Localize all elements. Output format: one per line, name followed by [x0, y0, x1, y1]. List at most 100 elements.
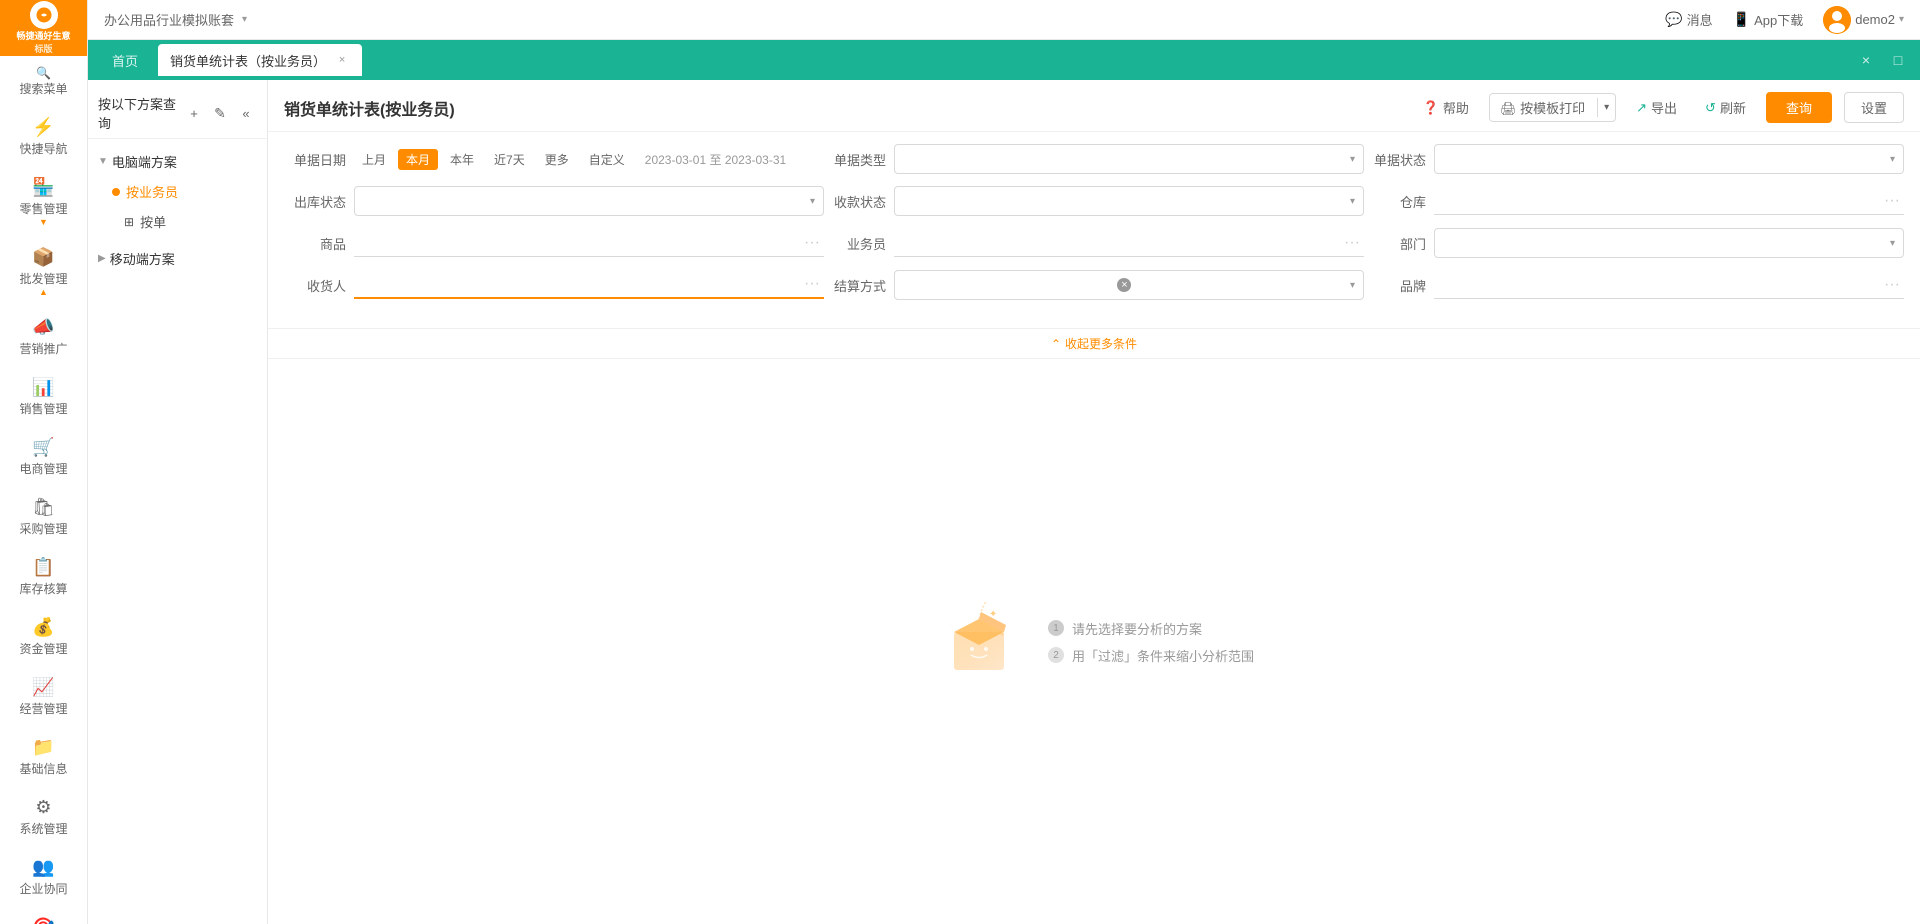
- order-status-label: 单据状态: [1364, 150, 1434, 169]
- scheme-group-desktop-header[interactable]: ▼ 电脑端方案: [88, 147, 267, 176]
- goods-label: 商品: [284, 234, 354, 253]
- sidebar-item-basic-info[interactable]: 📁 基础信息: [0, 727, 87, 787]
- order-icon: ⊞: [124, 215, 134, 229]
- sidebar-item-ecommerce[interactable]: 🛒 电商管理: [0, 427, 87, 487]
- order-status-select[interactable]: ▾: [1434, 144, 1904, 174]
- scheme-item-label: 按单: [140, 212, 166, 231]
- app-dropdown-arrow[interactable]: ▾: [242, 14, 247, 25]
- tab-close-icon[interactable]: ×: [334, 52, 350, 68]
- sidebar-item-system[interactable]: ⚙ 系统管理: [0, 787, 87, 847]
- print-dropdown-arrow[interactable]: ▾: [1597, 98, 1615, 117]
- settings-button[interactable]: 设置: [1844, 92, 1904, 123]
- tab-sales-stats[interactable]: 销货单统计表（按业务员） ×: [158, 44, 362, 76]
- filter-cell-goods: 商品 ···: [284, 229, 824, 257]
- sidebar-item-wholesale[interactable]: 📦 批发管理 ▲: [0, 237, 87, 307]
- quick-nav-icon: ⚡: [32, 117, 54, 138]
- main-area: 办公用品行业模拟账套 ▾ 💬 消息 📱 App下载 demo2 ▾ 首页: [88, 0, 1920, 924]
- goods-dots-icon[interactable]: ···: [804, 234, 820, 252]
- svg-text:·: ·: [949, 623, 951, 629]
- date-tab-custom[interactable]: 自定义: [581, 149, 633, 170]
- sidebar-item-enterprise[interactable]: 👥 企业协同: [0, 847, 87, 907]
- scheme-group-desktop: ▼ 电脑端方案 按业务员 ⊞ 按单: [88, 143, 267, 240]
- sidebar-item-inventory[interactable]: 📋 库存核算: [0, 547, 87, 607]
- refresh-label: 刷新: [1720, 98, 1746, 117]
- sidebar-item-label: 电商管理: [19, 460, 67, 477]
- svg-text:✦: ✦: [989, 609, 997, 620]
- collapse-panel-btn[interactable]: «: [235, 102, 257, 124]
- export-icon: ↗: [1636, 100, 1647, 116]
- help-btn[interactable]: ❓ 帮助: [1415, 94, 1477, 121]
- filter-row-1: 单据日期 上月 本月 本年 近7天 更多 自定义 2023-03-01 至 20…: [284, 144, 1904, 174]
- department-select[interactable]: ▾: [1434, 228, 1904, 258]
- date-tabs: 上月 本月 本年 近7天 更多 自定义 2023-03-01 至 2023-03…: [354, 149, 824, 170]
- export-btn[interactable]: ↗ 导出: [1628, 94, 1685, 121]
- chevron-right-icon: ▼: [98, 156, 108, 167]
- sidebar-item-finance[interactable]: 💰 资金管理: [0, 607, 87, 667]
- edit-scheme-btn[interactable]: ✎: [209, 102, 231, 124]
- date-tab-more[interactable]: 更多: [537, 149, 577, 170]
- receipt-status-label: 收款状态: [824, 192, 894, 211]
- sidebar-item-label: 批发管理: [19, 270, 67, 287]
- right-content: 销货单统计表(按业务员) ❓ 帮助 🖨 按模板打印 ▾ ↗: [268, 80, 1920, 924]
- sidebar-item-sales[interactable]: 📊 销售管理: [0, 367, 87, 427]
- date-tab-last-month[interactable]: 上月: [354, 149, 394, 170]
- goods-field[interactable]: ···: [354, 229, 824, 257]
- out-status-select[interactable]: ▾: [354, 186, 824, 216]
- add-scheme-btn[interactable]: +: [183, 102, 205, 124]
- print-dropdown[interactable]: 🖨 按模板打印 ▾: [1489, 93, 1616, 122]
- receipt-status-select[interactable]: ▾: [894, 186, 1364, 216]
- sidebar: 畅捷通好生意 标版 🔍 搜索菜单 ⚡ 快捷导航 🏪 零售管理 ▼ 📦 批发管理 …: [0, 0, 88, 924]
- warehouse-dots-icon[interactable]: ···: [1884, 192, 1900, 210]
- filter-cell-department: 部门 ▾: [1364, 228, 1904, 258]
- print-btn[interactable]: 🖨 按模板打印: [1490, 94, 1595, 121]
- sidebar-item-quick-nav[interactable]: ⚡ 快捷导航: [0, 107, 87, 167]
- app-download-btn[interactable]: 📱 App下载: [1733, 10, 1804, 29]
- tab-home[interactable]: 首页: [96, 40, 154, 80]
- operations-icon: 📈: [32, 677, 54, 698]
- warehouse-field[interactable]: ···: [1434, 187, 1904, 215]
- scheme-item-salesman[interactable]: 按业务员: [88, 176, 267, 207]
- settle-clear-icon[interactable]: ×: [1117, 278, 1131, 292]
- message-btn[interactable]: 💬 消息: [1665, 10, 1712, 29]
- scheme-item-order[interactable]: ⊞ 按单: [88, 207, 267, 236]
- department-label: 部门: [1364, 234, 1434, 253]
- scheme-group-mobile-header[interactable]: ▶ 移动端方案: [88, 244, 267, 273]
- page-title: 销货单统计表(按业务员): [284, 96, 455, 120]
- filter-cell-settle: 结算方式 × ▾: [824, 270, 1364, 300]
- tab-close-window-btn[interactable]: ×: [1852, 46, 1880, 74]
- brand-field[interactable]: ···: [1434, 271, 1904, 299]
- sales-icon: 📊: [32, 377, 54, 398]
- brand-dots-icon[interactable]: ···: [1884, 276, 1900, 294]
- sidebar-item-operations[interactable]: 📈 经营管理: [0, 667, 87, 727]
- tab-maximize-btn[interactable]: □: [1884, 46, 1912, 74]
- date-tab-this-month[interactable]: 本月: [398, 149, 438, 170]
- receiver-dots-icon[interactable]: ···: [804, 275, 820, 293]
- sidebar-item-retail[interactable]: 🏪 零售管理 ▼: [0, 167, 87, 237]
- sidebar-item-marketing[interactable]: 📣 营销推广: [0, 307, 87, 367]
- order-type-select[interactable]: ▾: [894, 144, 1364, 174]
- retail-icon: 🏪: [32, 177, 54, 198]
- ecommerce-icon: 🛒: [32, 437, 54, 458]
- refresh-btn[interactable]: ↺ 刷新: [1697, 94, 1754, 121]
- sidebar-item-purchase[interactable]: 🛍 采购管理: [0, 487, 87, 547]
- salesman-field[interactable]: ···: [894, 229, 1364, 257]
- settle-select[interactable]: × ▾: [894, 270, 1364, 300]
- sidebar-search[interactable]: 🔍 搜索菜单: [0, 56, 87, 107]
- date-tab-this-year[interactable]: 本年: [442, 149, 482, 170]
- receiver-field[interactable]: ···: [354, 271, 824, 299]
- receipt-status-dropdown-icon: ▾: [1350, 196, 1355, 207]
- page-actions: ❓ 帮助 🖨 按模板打印 ▾ ↗ 导出: [1415, 92, 1904, 123]
- tab-bar: 首页 销货单统计表（按业务员） × × □: [88, 40, 1920, 80]
- brand-label: 品牌: [1364, 276, 1434, 295]
- search-icon: 🔍: [36, 66, 51, 80]
- print-icon: 🖨: [1500, 101, 1517, 116]
- salesman-dots-icon[interactable]: ···: [1344, 234, 1360, 252]
- system-icon: ⚙: [35, 797, 51, 818]
- query-button[interactable]: 查询: [1766, 92, 1832, 123]
- sidebar-item-newbie[interactable]: 🎯 新手引导: [0, 907, 87, 924]
- date-tab-7days[interactable]: 近7天: [486, 149, 533, 170]
- collapse-filter-btn[interactable]: ⌃ 收起更多条件: [268, 328, 1920, 358]
- tab-sales-stats-label: 销货单统计表（按业务员）: [170, 51, 326, 70]
- app-subtitle: 标版: [34, 42, 52, 55]
- user-profile[interactable]: demo2 ▾: [1823, 6, 1904, 34]
